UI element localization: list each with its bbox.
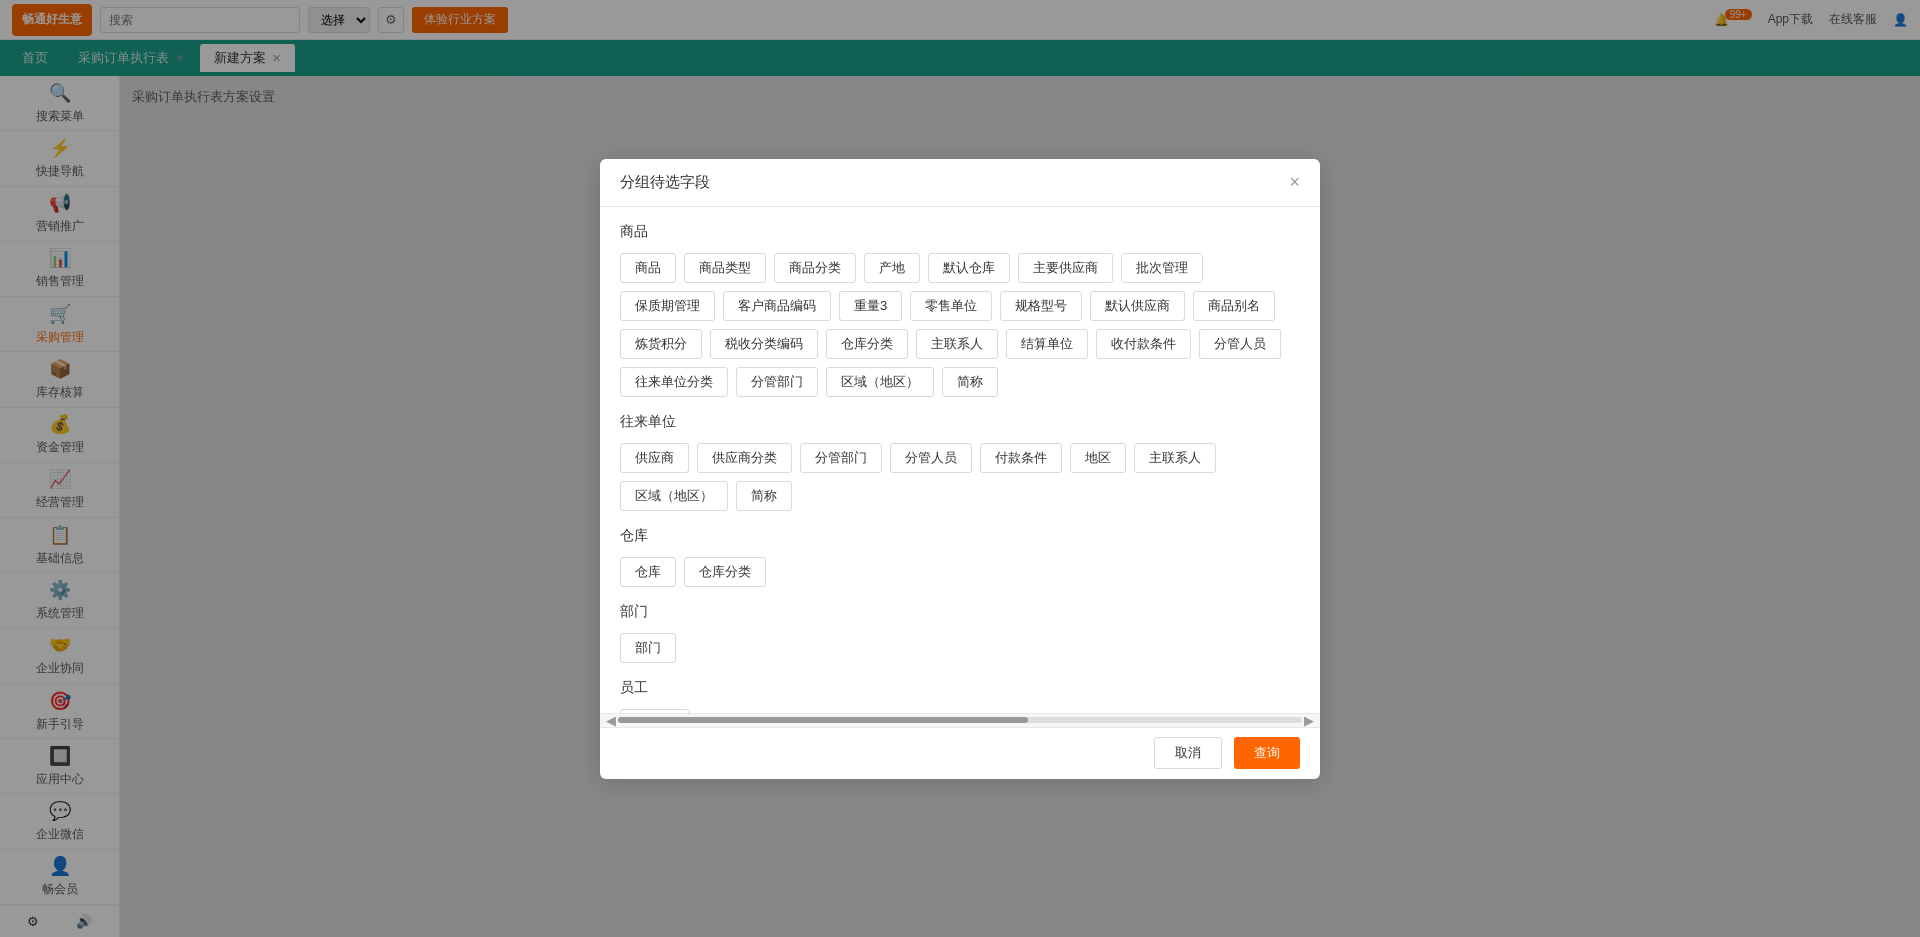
field-tag-dept-0[interactable]: 部门 <box>620 633 676 663</box>
field-tag-goods-7[interactable]: 保质期管理 <box>620 291 715 321</box>
field-tag-partner-2[interactable]: 分管部门 <box>800 443 882 473</box>
field-tag-goods-4[interactable]: 默认仓库 <box>928 253 1010 283</box>
scroll-right-arrow[interactable]: ▶ <box>1302 713 1316 728</box>
field-tag-warehouse-0[interactable]: 仓库 <box>620 557 676 587</box>
field-tag-goods-20[interactable]: 分管人员 <box>1199 329 1281 359</box>
field-tag-partner-4[interactable]: 付款条件 <box>980 443 1062 473</box>
modal-overlay: 分组待选字段 × 商品 商品 商品类型 商品分类 产地 默认仓库 主要供应商 批… <box>0 0 1920 937</box>
field-tag-partner-1[interactable]: 供应商分类 <box>697 443 792 473</box>
field-tag-goods-22[interactable]: 分管部门 <box>736 367 818 397</box>
field-grid-goods: 商品 商品类型 商品分类 产地 默认仓库 主要供应商 批次管理 保质期管理 客户… <box>620 253 1300 397</box>
modal-dialog: 分组待选字段 × 商品 商品 商品类型 商品分类 产地 默认仓库 主要供应商 批… <box>600 159 1320 779</box>
field-tag-goods-1[interactable]: 商品类型 <box>684 253 766 283</box>
section-title-partner: 往来单位 <box>620 413 1300 431</box>
modal-title: 分组待选字段 <box>620 173 710 192</box>
section-title-warehouse: 仓库 <box>620 527 1300 545</box>
field-tag-goods-5[interactable]: 主要供应商 <box>1018 253 1113 283</box>
field-tag-partner-8[interactable]: 简称 <box>736 481 792 511</box>
field-grid-warehouse: 仓库 仓库分类 <box>620 557 1300 587</box>
modal-header: 分组待选字段 × <box>600 159 1320 207</box>
modal-body: 商品 商品 商品类型 商品分类 产地 默认仓库 主要供应商 批次管理 保质期管理… <box>600 207 1320 713</box>
field-tag-goods-13[interactable]: 商品别名 <box>1193 291 1275 321</box>
field-tag-partner-3[interactable]: 分管人员 <box>890 443 972 473</box>
field-tag-goods-17[interactable]: 主联系人 <box>916 329 998 359</box>
field-tag-goods-11[interactable]: 规格型号 <box>1000 291 1082 321</box>
modal-footer: 取消 查询 <box>600 727 1320 779</box>
modal-close-button[interactable]: × <box>1289 172 1300 193</box>
field-tag-goods-8[interactable]: 客户商品编码 <box>723 291 831 321</box>
field-tag-goods-9[interactable]: 重量3 <box>839 291 902 321</box>
field-tag-goods-10[interactable]: 零售单位 <box>910 291 992 321</box>
field-tag-goods-24[interactable]: 简称 <box>942 367 998 397</box>
field-tag-partner-0[interactable]: 供应商 <box>620 443 689 473</box>
field-tag-goods-16[interactable]: 仓库分类 <box>826 329 908 359</box>
field-tag-partner-6[interactable]: 主联系人 <box>1134 443 1216 473</box>
field-tag-goods-0[interactable]: 商品 <box>620 253 676 283</box>
field-tag-goods-19[interactable]: 收付款条件 <box>1096 329 1191 359</box>
field-tag-goods-21[interactable]: 往来单位分类 <box>620 367 728 397</box>
section-title-staff: 员工 <box>620 679 1300 697</box>
field-tag-partner-7[interactable]: 区域（地区） <box>620 481 728 511</box>
field-tag-goods-18[interactable]: 结算单位 <box>1006 329 1088 359</box>
field-tag-warehouse-1[interactable]: 仓库分类 <box>684 557 766 587</box>
cancel-button[interactable]: 取消 <box>1154 737 1222 769</box>
section-title-dept: 部门 <box>620 603 1300 621</box>
field-tag-partner-5[interactable]: 地区 <box>1070 443 1126 473</box>
section-title-goods: 商品 <box>620 223 1300 241</box>
field-tag-goods-6[interactable]: 批次管理 <box>1121 253 1203 283</box>
field-tag-goods-2[interactable]: 商品分类 <box>774 253 856 283</box>
scroll-track <box>618 717 1302 723</box>
field-tag-goods-23[interactable]: 区域（地区） <box>826 367 934 397</box>
field-tag-goods-3[interactable]: 产地 <box>864 253 920 283</box>
scroll-left-arrow[interactable]: ◀ <box>604 713 618 728</box>
field-tag-goods-14[interactable]: 炼货积分 <box>620 329 702 359</box>
field-tag-goods-12[interactable]: 默认供应商 <box>1090 291 1185 321</box>
scroll-thumb <box>618 717 1028 723</box>
field-tag-goods-15[interactable]: 税收分类编码 <box>710 329 818 359</box>
field-grid-partner: 供应商 供应商分类 分管部门 分管人员 付款条件 地区 主联系人 区域（地区） … <box>620 443 1300 511</box>
modal-horizontal-scrollbar[interactable]: ◀ ▶ <box>600 713 1320 727</box>
field-grid-dept: 部门 <box>620 633 1300 663</box>
confirm-button[interactable]: 查询 <box>1234 737 1300 769</box>
